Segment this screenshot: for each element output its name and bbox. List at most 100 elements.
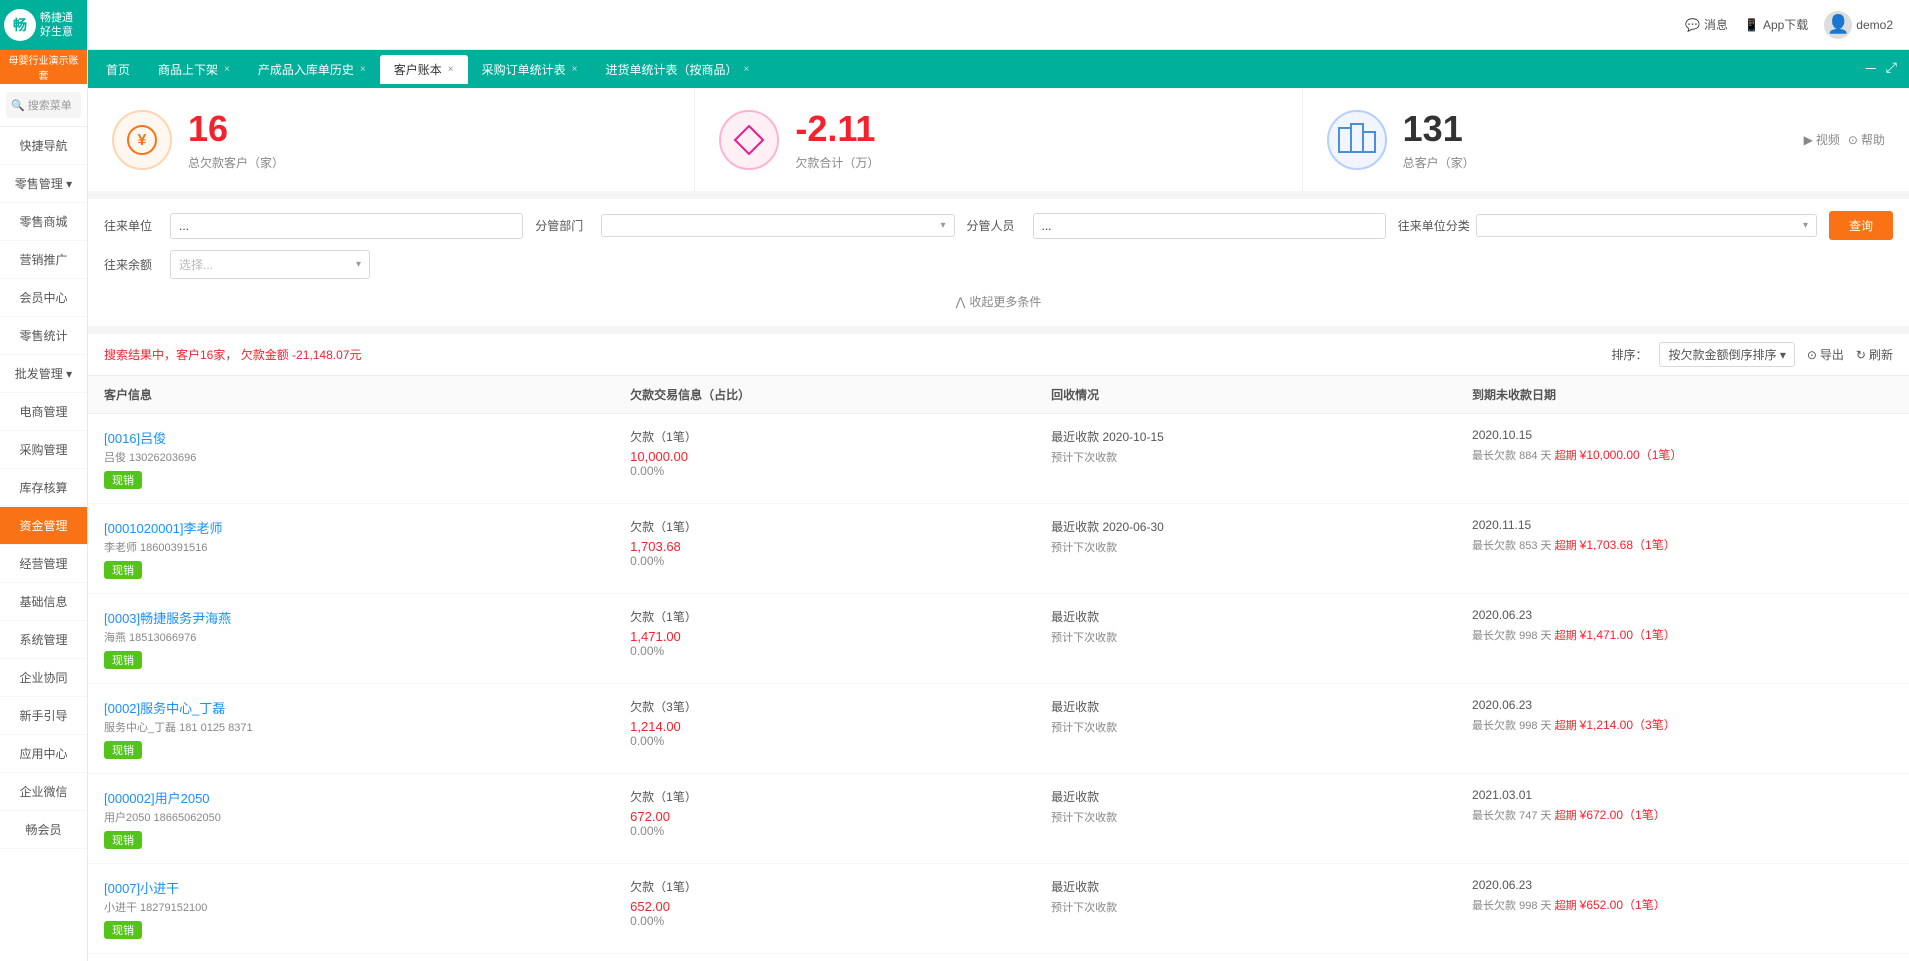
- sidebar-item-basic-info[interactable]: 基础信息: [0, 583, 87, 621]
- overdue-label: 超期: [1555, 630, 1577, 642]
- customer-name-link[interactable]: [0002]服务中心_丁磊: [104, 698, 630, 717]
- sidebar-item-label: 库存核算: [19, 481, 67, 495]
- category-select[interactable]: ▾: [1476, 214, 1817, 237]
- filter-balance: 往来余额 选择... ▾: [104, 250, 1893, 279]
- collapse-button[interactable]: ⋀ 收起更多条件: [104, 289, 1893, 314]
- export-button[interactable]: ⊙ 导出: [1807, 346, 1844, 363]
- debt-info-cell: 欠款（1笔） 10,000.00 0.00%: [630, 428, 1051, 478]
- debt-count: 欠款（1笔）: [630, 788, 1051, 805]
- video-icon: ▶: [1804, 133, 1813, 147]
- customer-name-link[interactable]: [0007]小进干: [104, 878, 630, 897]
- debt-info-cell: 欠款（1笔） 672.00 0.00%: [630, 788, 1051, 838]
- table-row: [0006]去下粮仓 陈小希 现销 欠款（1笔） 455.90 0.00% 最近…: [88, 954, 1909, 961]
- tab-label: 商品上下架: [158, 61, 218, 78]
- tab-home[interactable]: 首页: [92, 55, 144, 84]
- close-icon[interactable]: ×: [224, 64, 230, 75]
- sidebar-item-inventory[interactable]: 库存核算: [0, 469, 87, 507]
- expand-icon[interactable]: ⤢: [1886, 59, 1897, 79]
- user-profile[interactable]: 👤 demo2: [1824, 11, 1893, 39]
- col-debt-info: 欠款交易信息（占比）: [630, 386, 1051, 403]
- sidebar-item-retail-stats[interactable]: 零售统计: [0, 317, 87, 355]
- sidebar-item-operations[interactable]: 经营管理: [0, 545, 87, 583]
- tab-customer-account[interactable]: 客户账本 ×: [380, 55, 468, 84]
- sidebar-item-batch-mgmt[interactable]: 批发管理 ▾: [0, 355, 87, 393]
- customer-name-link[interactable]: [000002]用户2050: [104, 788, 630, 807]
- sidebar-item-new-guide[interactable]: 新手引导: [0, 697, 87, 735]
- help-button[interactable]: ⊙ 帮助: [1848, 131, 1885, 148]
- overdue-amount[interactable]: ¥1,214.00（3笔）: [1580, 718, 1676, 732]
- due-date-cell: 2020.06.23 最长欠款 998 天 超期 ¥1,471.00（1笔）: [1472, 608, 1893, 643]
- logo-icon: 畅: [4, 9, 36, 41]
- recovery-last: 最近收款: [1051, 608, 1472, 625]
- balance-select[interactable]: 选择... ▾: [170, 250, 370, 279]
- sidebar-item-corp-wechat[interactable]: 企业微信: [0, 773, 87, 811]
- debt-pct: 0.00%: [630, 914, 1051, 928]
- total-customers-value: 131: [1403, 108, 1475, 150]
- overdue-amount[interactable]: ¥652.00（1笔）: [1580, 898, 1666, 912]
- due-date-cell: 2020.06.23 最长欠款 998 天 超期 ¥652.00（1笔）: [1472, 878, 1893, 913]
- sidebar-item-quick-nav[interactable]: 快捷导航: [0, 127, 87, 165]
- person-input[interactable]: ...: [1033, 213, 1386, 239]
- overdue-label: 超期: [1555, 810, 1577, 822]
- overdue-amount[interactable]: ¥1,471.00（1笔）: [1580, 628, 1676, 642]
- close-icon[interactable]: ×: [572, 64, 578, 75]
- sidebar-item-label: 快捷导航: [19, 139, 67, 153]
- overdue-amount[interactable]: ¥1,703.68（1笔）: [1580, 538, 1676, 552]
- close-icon[interactable]: ×: [743, 64, 749, 75]
- debt-info-cell: 欠款（1笔） 652.00 0.00%: [630, 878, 1051, 928]
- sidebar-item-finance[interactable]: 资金管理: [0, 507, 87, 545]
- customer-name-link[interactable]: [0001020001]李老师: [104, 518, 630, 537]
- overdue-amount[interactable]: ¥10,000.00（1笔）: [1580, 448, 1683, 462]
- help-icon: ⊙: [1848, 133, 1858, 147]
- source-unit-input[interactable]: ...: [170, 213, 523, 239]
- filter-row-2: 往来余额 选择... ▾: [104, 250, 1893, 279]
- search-button[interactable]: 查询: [1829, 211, 1893, 240]
- collapse-icon: ⋀: [956, 295, 966, 309]
- close-icon[interactable]: ×: [448, 64, 454, 75]
- sidebar-item-retail-mgmt[interactable]: 零售管理 ▾: [0, 165, 87, 203]
- tab-inbound-stats[interactable]: 进货单统计表（按商品） ×: [591, 55, 763, 84]
- category-label: 往来单位分类: [1398, 217, 1470, 234]
- refresh-button[interactable]: ↻ 刷新: [1856, 346, 1893, 363]
- help-label: 帮助: [1861, 131, 1885, 148]
- sidebar-item-marketing[interactable]: 营销推广: [0, 241, 87, 279]
- app-download-label: App下载: [1763, 16, 1808, 33]
- sidebar-item-system[interactable]: 系统管理: [0, 621, 87, 659]
- source-unit-dots: ...: [179, 219, 189, 233]
- customer-contact: 李老师 18600391516: [104, 539, 630, 555]
- customer-info-cell: [000002]用户2050 用户2050 18665062050 现销: [104, 788, 630, 849]
- stat-card-owing-amount: -2.11 欠款合计（万）: [695, 88, 1302, 191]
- recovery-last: 最近收款: [1051, 788, 1472, 805]
- sidebar-item-label: 畅会员: [25, 823, 61, 837]
- sidebar-item-vip-member[interactable]: 畅会员: [0, 811, 87, 849]
- overdue-days: 最长欠款 884 天 超期 ¥10,000.00（1笔）: [1472, 446, 1893, 463]
- customer-name-link[interactable]: [0016]吕俊: [104, 428, 630, 447]
- sidebar-item-ecommerce[interactable]: 电商管理: [0, 393, 87, 431]
- customer-name-link[interactable]: [0003]畅捷服务尹海燕: [104, 608, 630, 627]
- sidebar-item-purchase[interactable]: 采购管理: [0, 431, 87, 469]
- sidebar-item-corp-collab[interactable]: 企业协同: [0, 659, 87, 697]
- owing-customers-label: 总欠款客户（家）: [188, 154, 284, 171]
- sidebar-item-members[interactable]: 会员中心: [0, 279, 87, 317]
- recovery-cell: 最近收款 预计下次收款: [1051, 878, 1472, 915]
- minimize-icon[interactable]: －: [1864, 59, 1878, 79]
- video-button[interactable]: ▶ 视频: [1804, 131, 1840, 148]
- table-row: [0016]吕俊 吕俊 13026203696 现销 欠款（1笔） 10,000…: [88, 414, 1909, 504]
- sort-select[interactable]: 按欠款金额倒序排序 ▾: [1659, 342, 1794, 367]
- search-menu-button[interactable]: 🔍 搜索菜单: [6, 92, 81, 118]
- message-button[interactable]: 💬 消息: [1685, 16, 1728, 33]
- app-download-button[interactable]: 📱 App下载: [1744, 16, 1808, 33]
- sidebar-item-retail-mall[interactable]: 零售商城: [0, 203, 87, 241]
- recovery-last: 最近收款 2020-10-15: [1051, 428, 1472, 445]
- stat-card-info: 16 总欠款客户（家）: [188, 108, 284, 171]
- industry-label[interactable]: 母婴行业演示账套: [0, 50, 87, 84]
- tab-product-offshelf[interactable]: 商品上下架 ×: [144, 55, 244, 84]
- close-icon[interactable]: ×: [360, 64, 366, 75]
- customer-contact: 用户2050 18665062050: [104, 809, 630, 825]
- tab-product-history[interactable]: 产成品入库单历史 ×: [244, 55, 380, 84]
- sidebar-item-app-center[interactable]: 应用中心: [0, 735, 87, 773]
- overdue-amount[interactable]: ¥672.00（1笔）: [1580, 808, 1666, 822]
- tab-purchase-stats[interactable]: 采购订单统计表 ×: [468, 55, 592, 84]
- chevron-down-icon: ▾: [356, 259, 361, 270]
- dept-select[interactable]: ▾: [601, 214, 954, 237]
